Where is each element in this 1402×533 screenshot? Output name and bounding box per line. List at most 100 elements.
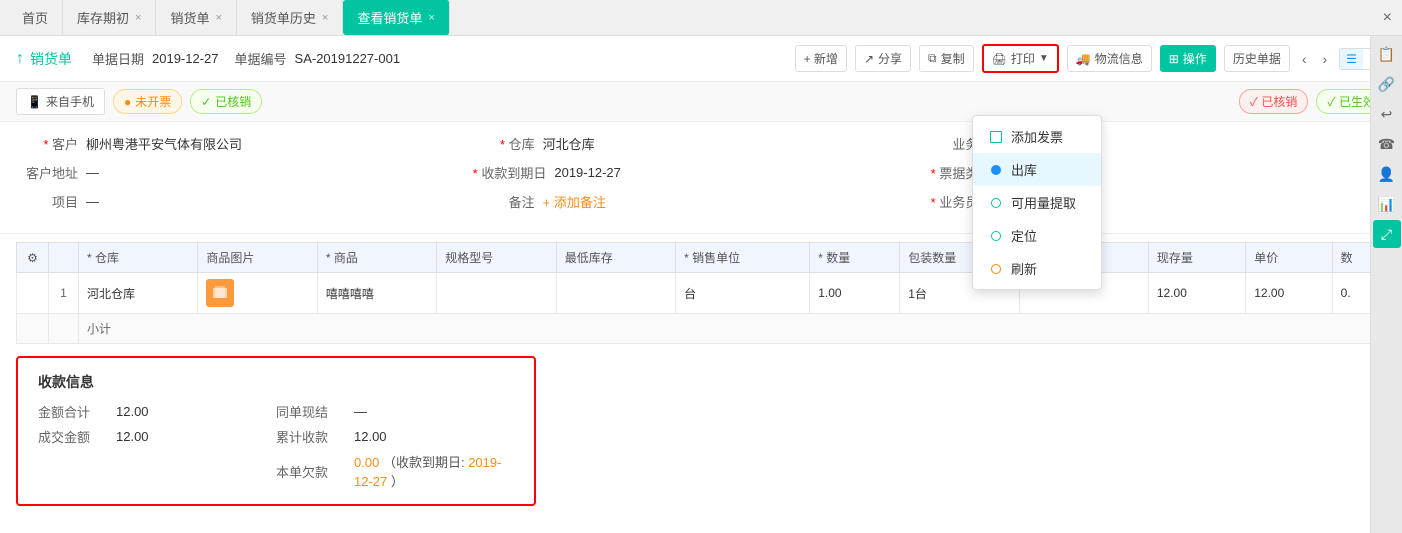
action-row: 📱 来自手机 ● 未开票 ✓ 已核销 ✓ 已核销 ✓ 已生效 [0,82,1402,122]
same-order-label: 同单现结 [276,402,346,421]
action-left: 📱 来自手机 ● 未开票 ✓ 已核销 [16,88,262,115]
warehouse-field: 仓库 河北仓库 [473,134,930,153]
tab-sales-history[interactable]: 销货单历史 × [237,0,343,35]
not-open-badge: ● 未开票 [113,89,182,114]
project-field: 项目 — [16,192,473,211]
total-amount-value: 12.00 [116,404,149,419]
tab-view-sales-order[interactable]: 查看销货单 × [343,0,449,35]
col-sales-unit: * 销售单位 [676,243,810,273]
order-table: ⚙ * 仓库 商品图片 * 商品 规格型号 最低库存 * 销售单位 * 数量 包… [16,242,1386,344]
dropdown-available-qty[interactable]: 可用量提取 [973,186,1101,219]
print-icon: 🖨 [992,52,1007,66]
address-label: 客户地址 [16,163,86,182]
tab-close-inventory-init[interactable]: × [135,12,141,24]
total-amount-item: 金额合计 12.00 [38,402,276,421]
operations-dropdown: 添加发票 出库 可用量提取 定位 刷新 [972,115,1102,290]
col-product-img: 商品图片 [198,243,317,273]
row-product-img [198,273,317,314]
tab-bar: 首页 库存期初 × 销货单 × 销货单历史 × 查看销货单 × × [0,0,1402,36]
current-due-label: 本单欠款 [276,462,346,481]
dropdown-add-invoice[interactable]: 添加发票 [973,120,1101,153]
payment-section: 收款信息 金额合计 12.00 同单现结 — 成交金额 12.00 累计收款 1… [16,356,536,506]
row-spec [437,273,556,314]
refresh-icon [989,262,1003,276]
add-note-button[interactable]: 添加备注 [543,192,606,211]
view-list-button[interactable]: ☰ [1340,49,1363,69]
tab-close-sales-order[interactable]: × [215,12,221,24]
nav-next[interactable]: › [1319,49,1332,69]
col-warehouse: * 仓库 [79,243,198,273]
form-meta: 单据日期 2019-12-27 单据编号 SA-20191227-001 [92,49,795,68]
same-order-value: — [354,404,367,419]
dropdown-refresh[interactable]: 刷新 [973,252,1101,285]
sidebar-icon-user[interactable]: 👤 [1373,160,1401,188]
locate-icon [989,229,1003,243]
project-row: 项目 — 备注 添加备注 业务员孟 — [16,192,1386,211]
address-row: 客户地址 — 收款到期日 2019-12-27 票据类型 不开票 [16,163,1386,182]
dropdown-out-warehouse[interactable]: 出库 [973,153,1101,186]
address-value: — [86,165,99,180]
tab-home[interactable]: 首页 [8,0,63,35]
sidebar-icon-notes[interactable]: 📋 [1373,40,1401,68]
row-settings [17,273,49,314]
print-button[interactable]: 🖨 打印 ▼ [982,44,1059,73]
payment-date-field: 收款到期日 2019-12-27 [473,163,930,182]
customer-section: 客户 柳州粤港平安气体有限公司 仓库 河北仓库 业务员 演示账号 客户地址 — … [0,122,1402,234]
sold-badge: ✓ 已核销 [1239,89,1309,114]
col-min-stock: 最低库存 [556,243,675,273]
out-warehouse-icon [989,163,1003,177]
copy-button[interactable]: ⧉ 复制 [919,45,974,72]
print-dropdown-icon: ▼ [1039,53,1049,64]
customer-label: 客户 [16,134,86,153]
form-date-field: 单据日期 2019-12-27 [92,49,219,68]
subtotal-row: 小计 [17,314,1386,344]
customer-value: 柳州粤港平安气体有限公司 [86,134,242,153]
col-no [49,243,79,273]
transaction-amount-value: 12.00 [116,429,149,444]
sold-check-icon: ✓ [1250,95,1258,109]
action-right: ✓ 已核销 ✓ 已生效 [1239,89,1386,114]
col-qty: * 数量 [810,243,900,273]
operations-button[interactable]: ⊞ 操作 [1160,45,1216,72]
project-value: — [86,194,99,209]
payment-grid: 金额合计 12.00 同单现结 — 成交金额 12.00 累计收款 12.00 … [38,402,514,490]
product-image-svg [211,284,229,302]
table-header-row: ⚙ * 仓库 商品图片 * 商品 规格型号 最低库存 * 销售单位 * 数量 包… [17,243,1386,273]
tab-close-sales-history[interactable]: × [322,12,328,24]
payment-date-value: 2019-12-27 [554,165,621,180]
sidebar-icon-link[interactable]: 🔗 [1373,70,1401,98]
tab-close-view-sales-order[interactable]: × [428,12,434,24]
sidebar-icon-expand[interactable]: ⤢ [1373,220,1401,248]
note-field: 备注 添加备注 [473,192,930,211]
table-wrapper: ⚙ * 仓库 商品图片 * 商品 规格型号 最低库存 * 销售单位 * 数量 包… [0,242,1402,344]
logistics-icon: 🚚 [1076,52,1091,66]
tab-sales-order[interactable]: 销货单 × [156,0,236,35]
sidebar-icon-phone[interactable]: ☎ [1373,130,1401,158]
phone-icon: 📱 [27,95,42,109]
payment-title: 收款信息 [38,372,514,392]
col-product: * 商品 [317,243,436,273]
content-area: ↑ 销货单 单据日期 2019-12-27 单据编号 SA-20191227-0… [0,36,1402,533]
col-settings: ⚙ [17,243,49,273]
current-due-value: 0.00 （收款到期日: 2019-12-27 ） [354,452,514,490]
not-open-dot: ● [124,95,131,109]
subtotal-label: 小计 [79,314,1386,344]
transaction-amount-label: 成交金额 [38,427,108,446]
dropdown-locate[interactable]: 定位 [973,219,1101,252]
sidebar-icon-return[interactable]: ↩ [1373,100,1401,128]
history-button[interactable]: 历史单据 [1224,45,1290,72]
logistics-button[interactable]: 🚚 物流信息 [1067,45,1152,72]
share-button[interactable]: ↗ 分享 [855,45,911,72]
subtotal-settings [17,314,49,344]
warehouse-label: 仓库 [473,134,543,153]
sidebar-icon-chart[interactable]: 📊 [1373,190,1401,218]
col-spec: 规格型号 [437,243,556,273]
window-close-button[interactable]: × [1383,9,1392,27]
tab-inventory-init[interactable]: 库存期初 × [63,0,156,35]
address-field: 客户地址 — [16,163,473,182]
nav-prev[interactable]: ‹ [1298,49,1311,69]
cumulative-receipt-item: 累计收款 12.00 [276,427,514,446]
add-button[interactable]: + 新增 [795,45,847,72]
from-phone-button[interactable]: 📱 来自手机 [16,88,105,115]
row-min-stock [556,273,675,314]
